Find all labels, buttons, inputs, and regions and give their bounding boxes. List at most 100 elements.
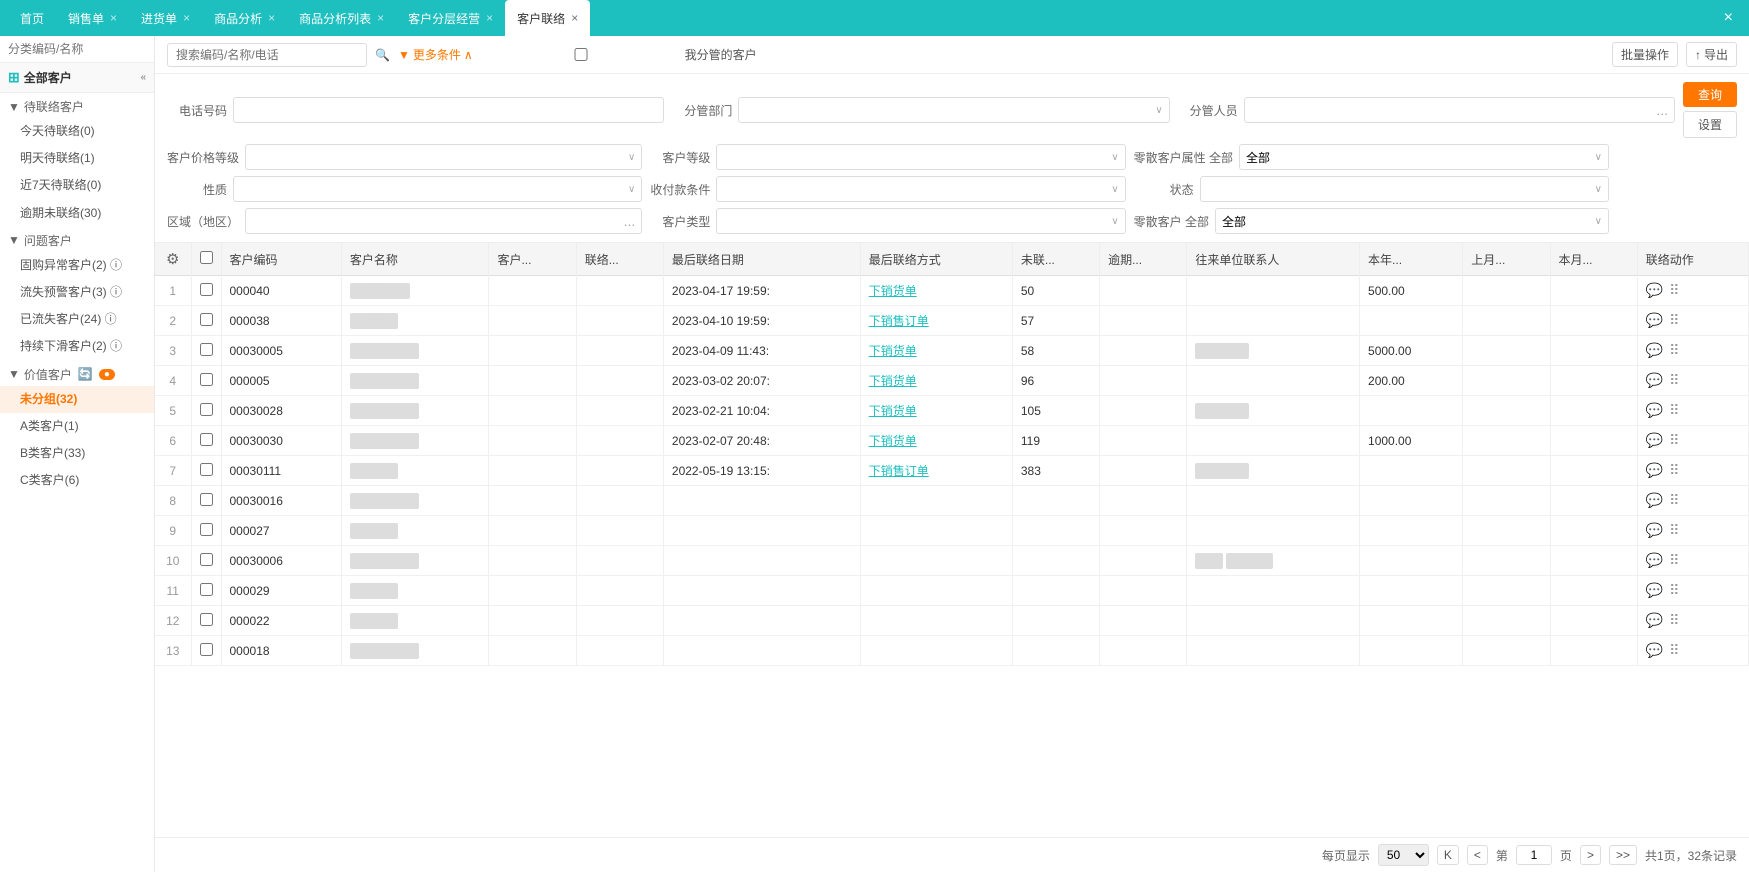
select-all-checkbox[interactable] — [200, 251, 213, 264]
sidebar-group-problem[interactable]: ▼ 问题客户 — [0, 227, 154, 252]
contact-icon[interactable]: 💬 — [1646, 552, 1663, 569]
tab-customer-contact[interactable]: 客户联络 × — [505, 0, 590, 36]
more-action-icon[interactable]: ⠿ — [1669, 282, 1679, 299]
last-method-link[interactable]: 下销货单 — [869, 434, 917, 448]
contact-icon[interactable]: 💬 — [1646, 312, 1663, 329]
region-select[interactable]: ... — [245, 208, 642, 234]
dept-select[interactable]: ∨ — [738, 97, 1169, 123]
row-checkbox[interactable] — [200, 553, 213, 566]
contact-icon[interactable]: 💬 — [1646, 462, 1663, 479]
tab-analysis-list[interactable]: 商品分析列表 × — [287, 0, 396, 36]
next-page-btn[interactable]: > — [1580, 845, 1601, 865]
more-conditions-btn[interactable]: ▼ 更多条件 ∧ — [398, 46, 473, 63]
sidebar-item-week[interactable]: 近7天待联络(0) — [0, 172, 154, 199]
search-btn-icon[interactable]: 🔍 — [375, 48, 390, 62]
th-settings[interactable]: ⚙ — [155, 243, 191, 276]
price-level-select[interactable]: ∨ — [245, 144, 642, 170]
row-checkbox[interactable] — [200, 313, 213, 326]
sidebar-item-churn-warn[interactable]: 流失预警客户(3) ⓘ — [0, 279, 154, 306]
ellipsis-icon[interactable]: ... — [1656, 102, 1668, 118]
more-action-icon[interactable]: ⠿ — [1669, 312, 1679, 329]
contact-icon[interactable]: 💬 — [1646, 582, 1663, 599]
my-customers-check[interactable] — [481, 48, 681, 61]
contact-icon[interactable]: 💬 — [1646, 432, 1663, 449]
contact-icon[interactable]: 💬 — [1646, 612, 1663, 629]
contact-icon[interactable]: 💬 — [1646, 282, 1663, 299]
phone-input[interactable] — [233, 97, 664, 123]
cust-type-select[interactable]: ∨ — [716, 208, 1125, 234]
last-page-btn[interactable]: >> — [1609, 845, 1637, 865]
more-action-icon[interactable]: ⠿ — [1669, 402, 1679, 419]
settings-icon[interactable]: ⚙ — [163, 248, 182, 271]
more-action-icon[interactable]: ⠿ — [1669, 522, 1679, 539]
sidebar-item-tomorrow[interactable]: 明天待联络(1) — [0, 145, 154, 172]
more-action-icon[interactable]: ⠿ — [1669, 462, 1679, 479]
payment-select[interactable]: ∨ — [716, 176, 1125, 202]
sidebar-item-abnormal[interactable]: 固购异常客户(2) ⓘ — [0, 252, 154, 279]
close-icon[interactable]: × — [486, 11, 493, 25]
more-action-icon[interactable]: ⠿ — [1669, 492, 1679, 509]
row-checkbox[interactable] — [200, 643, 213, 656]
tab-home[interactable]: 首页 — [8, 0, 56, 36]
batch-op-btn[interactable]: 批量操作 — [1612, 42, 1678, 67]
contact-icon[interactable]: 💬 — [1646, 522, 1663, 539]
query-button[interactable]: 查询 — [1683, 82, 1737, 107]
last-method-link[interactable]: 下销售订单 — [869, 314, 929, 328]
row-checkbox[interactable] — [200, 493, 213, 506]
row-checkbox[interactable] — [200, 343, 213, 356]
sidebar-group-value[interactable]: ▼ 价值客户 🔄 ● — [0, 361, 154, 386]
sidebar-item-classC[interactable]: C类客户(6) — [0, 467, 154, 494]
ellipsis-icon[interactable]: ... — [624, 213, 636, 229]
sidebar-item-declining[interactable]: 持续下滑客户(2) ⓘ — [0, 333, 154, 360]
row-checkbox[interactable] — [200, 433, 213, 446]
my-customers-checkbox[interactable]: 我分管的客户 — [481, 46, 757, 63]
sidebar-all-customers[interactable]: ⊞ 全部客户 « — [0, 63, 154, 93]
first-page-btn[interactable]: K — [1437, 845, 1459, 865]
more-action-icon[interactable]: ⠿ — [1669, 372, 1679, 389]
search-input[interactable] — [167, 43, 367, 67]
contact-icon[interactable]: 💬 — [1646, 642, 1663, 659]
sidebar-item-churned[interactable]: 已流失客户(24) ⓘ — [0, 306, 154, 333]
more-action-icon[interactable]: ⠿ — [1669, 432, 1679, 449]
sidebar-item-ungrouped[interactable]: 未分组(32) — [0, 386, 154, 413]
row-checkbox[interactable] — [200, 463, 213, 476]
scatter-cust-select[interactable]: 全部 ∨ — [1215, 208, 1609, 234]
row-checkbox[interactable] — [200, 583, 213, 596]
sidebar-item-overdue[interactable]: 逾期未联络(30) — [0, 200, 154, 227]
reset-button[interactable]: 设置 — [1683, 111, 1737, 138]
more-action-icon[interactable]: ⠿ — [1669, 612, 1679, 629]
row-checkbox[interactable] — [200, 613, 213, 626]
more-action-icon[interactable]: ⠿ — [1669, 552, 1679, 569]
contact-icon[interactable]: 💬 — [1646, 402, 1663, 419]
export-btn[interactable]: ↑ 导出 — [1686, 42, 1737, 67]
sidebar-item-today[interactable]: 今天待联络(0) — [0, 118, 154, 145]
prev-page-btn[interactable]: < — [1467, 845, 1488, 865]
more-action-icon[interactable]: ⠿ — [1669, 642, 1679, 659]
row-checkbox[interactable] — [200, 373, 213, 386]
contact-icon[interactable]: 💬 — [1646, 492, 1663, 509]
close-icon[interactable]: × — [268, 11, 275, 25]
per-page-select[interactable]: 50 20 100 — [1378, 844, 1429, 866]
row-checkbox[interactable] — [200, 283, 213, 296]
last-method-link[interactable]: 下销货单 — [869, 374, 917, 388]
row-checkbox[interactable] — [200, 523, 213, 536]
row-checkbox[interactable] — [200, 403, 213, 416]
contact-icon[interactable]: 💬 — [1646, 342, 1663, 359]
more-action-icon[interactable]: ⠿ — [1669, 582, 1679, 599]
scatter-attr-select[interactable]: 全部 ∨ — [1239, 144, 1609, 170]
tab-customer-layer[interactable]: 客户分层经营 × — [396, 0, 505, 36]
tab-sales[interactable]: 销售单 × — [56, 0, 129, 36]
close-icon[interactable]: × — [571, 11, 578, 25]
tab-analysis[interactable]: 商品分析 × — [202, 0, 287, 36]
person-select[interactable]: ... — [1244, 97, 1675, 123]
close-icon[interactable]: × — [183, 11, 190, 25]
sidebar-group-pending[interactable]: ▼ 待联络客户 — [0, 93, 154, 118]
last-method-link[interactable]: 下销货单 — [869, 404, 917, 418]
close-all-icon[interactable]: × — [1716, 9, 1741, 27]
close-icon[interactable]: × — [377, 11, 384, 25]
sidebar-item-classB[interactable]: B类客户(33) — [0, 440, 154, 467]
status-select[interactable]: ∨ — [1200, 176, 1609, 202]
last-method-link[interactable]: 下销售订单 — [869, 464, 929, 478]
sidebar-item-classA[interactable]: A类客户(1) — [0, 413, 154, 440]
cust-level-select[interactable]: ∨ — [716, 144, 1125, 170]
